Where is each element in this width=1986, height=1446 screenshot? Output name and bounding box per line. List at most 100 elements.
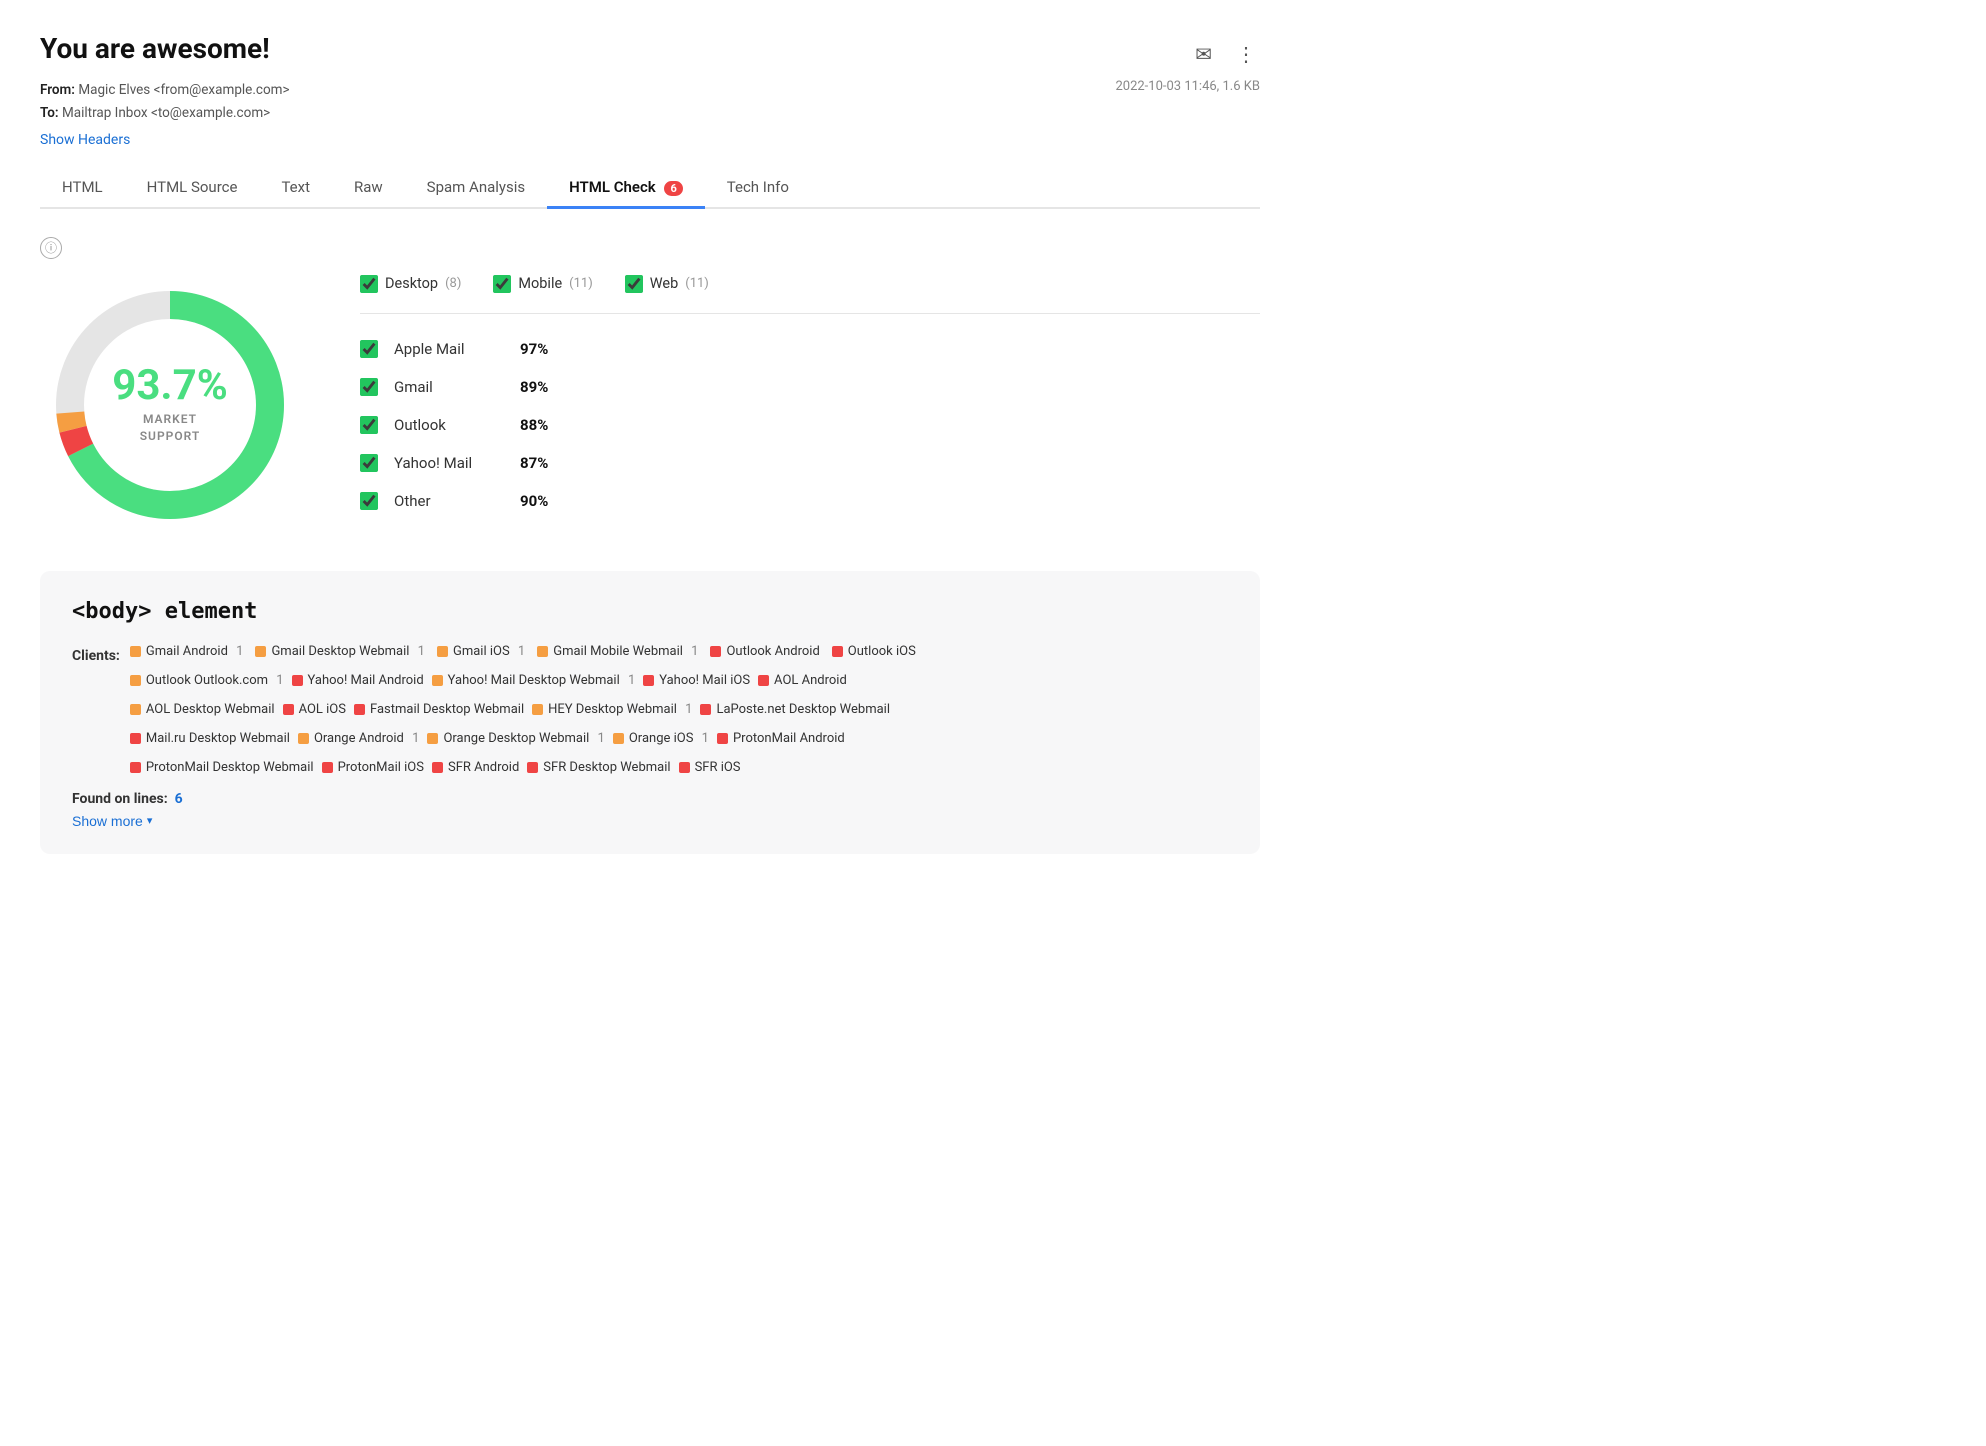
filter-desktop-label: Desktop <box>385 275 438 292</box>
dot-mailru <box>130 733 141 744</box>
dot-outlook-ios <box>832 646 843 657</box>
tab-text[interactable]: Text <box>259 168 332 209</box>
client-outlook-checkbox[interactable] <box>360 416 378 434</box>
tab-raw[interactable]: Raw <box>332 168 405 209</box>
show-more-button[interactable]: Show more ▾ <box>72 813 152 829</box>
client-yahoo-checkbox[interactable] <box>360 454 378 472</box>
tag-gmail-mobile: Gmail Mobile Webmail 1 <box>537 642 698 661</box>
dot-fastmail <box>354 704 365 715</box>
client-other-pct: 90% <box>520 492 548 510</box>
client-outlook-name: Outlook <box>394 416 504 434</box>
dot-protonmail-android <box>717 733 728 744</box>
dot-gmail-ios <box>437 646 448 657</box>
dot-gmail-mobile <box>537 646 548 657</box>
from-value: Magic Elves <from@example.com> <box>78 82 289 98</box>
donut-center: 93.7% MARKET SUPPORT <box>112 365 228 445</box>
client-yahoo-name: Yahoo! Mail <box>394 454 504 472</box>
email-meta: 2022-10-03 11:46, 1.6 KB <box>1115 79 1260 94</box>
filter-web-count: (11) <box>685 276 709 291</box>
divider <box>360 313 1260 314</box>
dot-hey <box>532 704 543 715</box>
email-icon-button[interactable]: ✉ <box>1191 38 1216 71</box>
tag-orange-android: Orange Android 1 <box>298 729 419 748</box>
filter-web-checkbox[interactable] <box>625 275 643 293</box>
chevron-down-icon: ▾ <box>147 814 153 827</box>
show-headers-link[interactable]: Show Headers <box>40 132 130 148</box>
client-outlook-pct: 88% <box>520 416 548 434</box>
client-yahoo-pct: 87% <box>520 454 548 472</box>
tab-html-source[interactable]: HTML Source <box>125 168 260 209</box>
dot-yahoo-desktop <box>432 675 443 686</box>
client-row-other: Other 90% <box>360 482 1260 520</box>
dot-outlook-com <box>130 675 141 686</box>
email-header: You are awesome! ✉ ⋮ <box>40 32 1260 71</box>
tag-aol-android: AOL Android <box>758 671 847 690</box>
client-gmail-checkbox[interactable] <box>360 378 378 396</box>
tag-protonmail-desktop: ProtonMail Desktop Webmail <box>130 758 314 777</box>
dot-protonmail-desktop <box>130 762 141 773</box>
donut-section: 93.7% MARKET SUPPORT <box>40 275 300 535</box>
more-options-button[interactable]: ⋮ <box>1232 38 1260 71</box>
html-check-badge: 6 <box>664 181 682 196</box>
dot-outlook-android <box>710 646 721 657</box>
filter-desktop-count: (8) <box>445 276 461 291</box>
right-panel: Desktop (8) Mobile (11) Web (11) Apple M… <box>360 275 1260 520</box>
filter-mobile-label: Mobile <box>518 275 562 292</box>
dot-aol-android <box>758 675 769 686</box>
tabs-bar: HTML HTML Source Text Raw Spam Analysis … <box>40 168 1260 209</box>
email-title: You are awesome! <box>40 32 270 65</box>
tag-outlook-com: Outlook Outlook.com 1 <box>130 671 284 690</box>
client-row-apple-mail: Apple Mail 97% <box>360 330 1260 368</box>
tab-tech-info[interactable]: Tech Info <box>705 168 811 209</box>
tab-spam-analysis[interactable]: Spam Analysis <box>405 168 547 209</box>
from-to-block: From: Magic Elves <from@example.com> To:… <box>40 79 290 125</box>
tab-html-check[interactable]: HTML Check 6 <box>547 168 705 209</box>
tag-gmail-desktop: Gmail Desktop Webmail 1 <box>255 642 425 661</box>
tag-orange-ios: Orange iOS 1 <box>613 729 709 748</box>
tag-outlook-android: Outlook Android <box>710 642 819 661</box>
client-apple-mail-name: Apple Mail <box>394 340 504 358</box>
filter-mobile-checkbox[interactable] <box>493 275 511 293</box>
dot-sfr-ios <box>679 762 690 773</box>
from-label: From: <box>40 82 75 98</box>
client-row-gmail: Gmail 89% <box>360 368 1260 406</box>
dot-sfr-desktop <box>527 762 538 773</box>
filter-mobile: Mobile (11) <box>493 275 592 293</box>
info-icon: ⓘ <box>40 237 62 259</box>
to-label: To: <box>40 105 59 121</box>
tag-yahoo-android: Yahoo! Mail Android <box>292 671 424 690</box>
tag-protonmail-ios: ProtonMail iOS <box>322 758 424 777</box>
tab-html[interactable]: HTML <box>40 168 125 209</box>
filter-web: Web (11) <box>625 275 709 293</box>
donut-chart: 93.7% MARKET SUPPORT <box>40 275 300 535</box>
dot-orange-desktop <box>427 733 438 744</box>
tag-gmail-ios: Gmail iOS 1 <box>437 642 525 661</box>
dot-aol-ios <box>283 704 294 715</box>
tag-yahoo-ios: Yahoo! Mail iOS <box>643 671 750 690</box>
found-label: Found on lines: <box>72 791 168 807</box>
dot-orange-ios <box>613 733 624 744</box>
filter-mobile-count: (11) <box>569 276 593 291</box>
donut-label: MARKET SUPPORT <box>112 411 228 445</box>
filter-desktop-checkbox[interactable] <box>360 275 378 293</box>
donut-percent: 93.7% <box>112 365 228 407</box>
dot-orange-android <box>298 733 309 744</box>
tag-orange-desktop: Orange Desktop Webmail 1 <box>427 729 604 748</box>
client-other-checkbox[interactable] <box>360 492 378 510</box>
clients-row2: Outlook Outlook.com 1 Yahoo! Mail Androi… <box>130 671 1228 690</box>
dot-yahoo-android <box>292 675 303 686</box>
client-row-yahoo: Yahoo! Mail 87% <box>360 444 1260 482</box>
client-apple-mail-pct: 97% <box>520 340 548 358</box>
filter-row: Desktop (8) Mobile (11) Web (11) <box>360 275 1260 293</box>
tag-yahoo-desktop: Yahoo! Mail Desktop Webmail 1 <box>432 671 636 690</box>
show-more-label: Show more <box>72 813 143 829</box>
clients-row3: AOL Desktop Webmail AOL iOS Fastmail Des… <box>130 700 1228 719</box>
tag-aol-desktop: AOL Desktop Webmail <box>130 700 275 719</box>
dot-laposte <box>700 704 711 715</box>
info-icon-wrapper: ⓘ <box>40 237 1260 259</box>
dot-aol-desktop <box>130 704 141 715</box>
tag-protonmail-android: ProtonMail Android <box>717 729 845 748</box>
tag-mailru: Mail.ru Desktop Webmail <box>130 729 290 748</box>
client-row-outlook: Outlook 88% <box>360 406 1260 444</box>
client-apple-mail-checkbox[interactable] <box>360 340 378 358</box>
